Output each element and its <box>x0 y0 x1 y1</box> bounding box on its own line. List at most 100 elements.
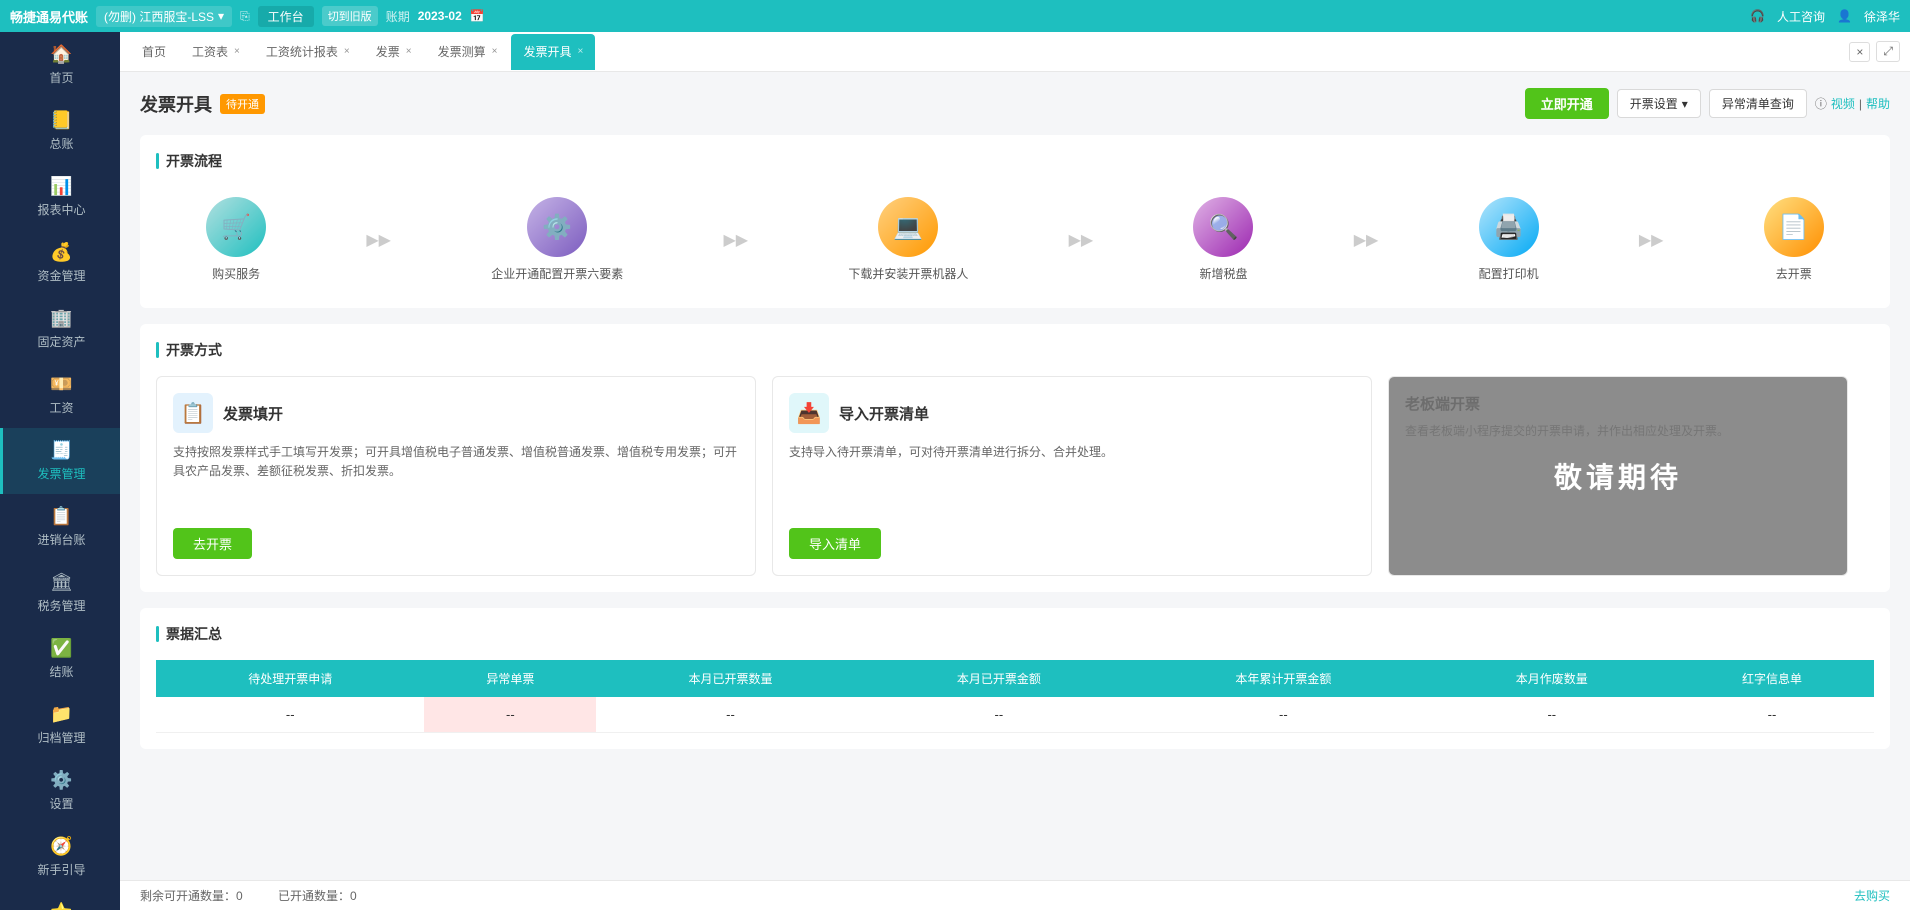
tab-home[interactable]: 首页 <box>130 34 178 70</box>
help-circle-icon: ⓘ <box>1815 95 1827 112</box>
summary-table-header-row: 待处理开票申请 异常单票 本月已开票数量 本月已开票金额 本年累计开票金额 本月… <box>156 660 1874 697</box>
method-manual-icon: 📋 <box>173 393 213 433</box>
method-manual-desc: 支持按照发票样式手工填写开发票；可开具增值税电子普通发票、增值税普通发票、增值税… <box>173 443 739 481</box>
tab-invoice-calc-close[interactable]: × <box>492 46 498 57</box>
val-red-info: -- <box>1670 697 1874 733</box>
ledger-icon: 📒 <box>50 110 72 131</box>
tab-invoice-mgmt-close[interactable]: × <box>406 46 412 57</box>
tab-salary-stats-label: 工资统计报表 <box>266 43 338 60</box>
tab-salary-table[interactable]: 工资表 × <box>180 34 252 70</box>
settings-dropdown-icon: ▾ <box>1682 97 1688 111</box>
col-monthly-count: 本月已开票数量 <box>596 660 864 697</box>
summary-table: 待处理开票申请 异常单票 本月已开票数量 本月已开票金额 本年累计开票金额 本月… <box>156 660 1874 733</box>
company-selector[interactable]: (勿删) 江西服宝-LSS ▾ <box>96 6 232 27</box>
sidebar-label-salary: 工资 <box>49 399 73 416</box>
step-add-taxbox-label: 新增税盘 <box>1199 265 1247 282</box>
help-label2[interactable]: 帮助 <box>1866 95 1890 112</box>
tab-invoice-mgmt-label: 发票 <box>376 43 400 60</box>
help-video-label[interactable]: 视频 <box>1831 95 1855 112</box>
purchase-icon: 📋 <box>50 506 72 527</box>
step-download-robot-icon: 💻 <box>878 197 938 257</box>
settings-button[interactable]: 开票设置 ▾ <box>1617 89 1701 118</box>
period-edit-icon[interactable]: 📅 <box>470 9 485 23</box>
step-buy-service[interactable]: 🛒 购买服务 <box>206 197 266 282</box>
tab-salary-table-close[interactable]: × <box>234 46 240 57</box>
step-setup-enterprise[interactable]: ⚙️ 企业开通配置开票六要素 <box>491 197 623 282</box>
tab-salary-stats-close[interactable]: × <box>344 46 350 57</box>
sidebar-label-invoice: 发票管理 <box>37 465 85 482</box>
step-download-robot[interactable]: 💻 下载并安装开票机器人 <box>848 197 968 282</box>
sidebar-item-settings[interactable]: ⚙️ 设置 <box>0 758 120 824</box>
sidebar-item-salary[interactable]: 💴 工资 <box>0 362 120 428</box>
coming-soon-text: 敬请期待 <box>1554 456 1682 496</box>
user-avatar-icon: 👤 <box>1837 9 1852 23</box>
abnormal-list-button[interactable]: 异常清单查询 <box>1709 89 1807 118</box>
consult-label[interactable]: 人工咨询 <box>1777 8 1825 25</box>
step-arrow-2: ▶▶ <box>724 230 749 250</box>
header-actions: 立即开通 开票设置 ▾ 异常清单查询 ⓘ 视频 | 帮助 <box>1525 88 1890 119</box>
tab-invoice-calc-label: 发票测算 <box>438 43 486 60</box>
sidebar-item-invoice[interactable]: 🧾 发票管理 <box>0 428 120 494</box>
step-add-taxbox-icon: 🔍 <box>1193 197 1253 257</box>
step-add-taxbox[interactable]: 🔍 新增税盘 <box>1193 197 1253 282</box>
sidebar-item-assets[interactable]: 🏢 固定资产 <box>0 296 120 362</box>
sidebar-item-tax[interactable]: 🏛 税务管理 <box>0 560 120 626</box>
sidebar-label-tax: 税务管理 <box>37 597 85 614</box>
user-name[interactable]: 徐泽华 <box>1864 8 1900 25</box>
val-void-count: -- <box>1434 697 1670 733</box>
home-icon: 🏠 <box>50 44 72 65</box>
col-red-info: 红字信息单 <box>1670 660 1874 697</box>
opened-label: 已开通数量：0 <box>278 889 357 903</box>
method-manual-title: 发票填开 <box>223 403 283 424</box>
method-cards: 📋 发票填开 支持按照发票样式手工填写开发票；可开具增值税电子普通发票、增值税普… <box>156 376 1874 576</box>
close-all-tabs-button[interactable]: × <box>1849 42 1870 62</box>
member-icon: ⭐ <box>50 902 72 910</box>
step-config-printer-label: 配置打印机 <box>1479 265 1539 282</box>
settings-label: 开票设置 <box>1630 95 1678 112</box>
tab-invoice-calc[interactable]: 发票测算 × <box>426 34 510 70</box>
workstation-button[interactable]: 工作台 <box>258 6 314 27</box>
old-terminal-card: 老板端开票 查看老板端小程序提交的开票申请，并作出相应处理及开票。 敬请期待 <box>1388 376 1848 576</box>
step-arrow-5: ▶▶ <box>1639 230 1664 250</box>
sidebar-label-settlement: 结账 <box>49 663 73 680</box>
copy-icon[interactable]: ⎘ <box>240 9 250 24</box>
sidebar-item-archive[interactable]: 📁 归档管理 <box>0 692 120 758</box>
step-download-robot-label: 下载并安装开票机器人 <box>848 265 968 282</box>
remaining-label: 剩余可开通数量：0 <box>140 889 243 903</box>
step-arrow-3: ▶▶ <box>1069 230 1094 250</box>
go-invoice-button[interactable]: 去开票 <box>173 528 252 559</box>
tab-invoice-tool[interactable]: 发票开具 × <box>511 34 595 70</box>
page-title: 发票开具 <box>140 91 212 117</box>
sidebar-item-reports[interactable]: 📊 报表中心 <box>0 164 120 230</box>
sidebar-item-guide[interactable]: 🧭 新手引导 <box>0 824 120 890</box>
settings-icon: ⚙️ <box>50 770 72 791</box>
step-open-invoice[interactable]: 📄 去开票 <box>1764 197 1824 282</box>
method-card-manual: 📋 发票填开 支持按照发票样式手工填写开发票；可开具增值税电子普通发票、增值税普… <box>156 376 756 576</box>
sidebar-item-home[interactable]: 🏠 首页 <box>0 32 120 98</box>
step-config-printer[interactable]: 🖨️ 配置打印机 <box>1479 197 1539 282</box>
guide-icon: 🧭 <box>50 836 72 857</box>
tab-invoice-mgmt[interactable]: 发票 × <box>364 34 424 70</box>
bottom-bar: 剩余可开通数量：0 已开通数量：0 去购买 <box>120 880 1910 910</box>
sidebar-item-ledger[interactable]: 📒 总账 <box>0 98 120 164</box>
old-terminal-overlay: 敬请期待 <box>1389 377 1847 575</box>
tab-salary-stats[interactable]: 工资统计报表 × <box>254 34 362 70</box>
switch-version-button[interactable]: 切到旧版 <box>322 6 378 26</box>
sidebar-label-reports: 报表中心 <box>37 201 85 218</box>
open-now-button[interactable]: 立即开通 <box>1525 88 1609 119</box>
sidebar-label-home: 首页 <box>49 69 73 86</box>
sidebar-item-capital[interactable]: 💰 资金管理 <box>0 230 120 296</box>
col-abnormal: 异常单票 <box>424 660 596 697</box>
company-name: (勿删) 江西服宝-LSS <box>104 8 214 25</box>
sidebar-item-settlement[interactable]: ✅ 结账 <box>0 626 120 692</box>
buy-link[interactable]: 去购买 <box>1854 887 1890 904</box>
step-setup-enterprise-label: 企业开通配置开票六要素 <box>491 265 623 282</box>
import-list-button[interactable]: 导入清单 <box>789 528 881 559</box>
tab-salary-table-label: 工资表 <box>192 43 228 60</box>
val-abnormal: -- <box>424 697 596 733</box>
sidebar-item-purchase[interactable]: 📋 进销台账 <box>0 494 120 560</box>
sidebar-item-member[interactable]: ⭐ 畅会员 <box>0 890 120 910</box>
period-label: 账期 <box>386 8 410 25</box>
tab-invoice-tool-close[interactable]: × <box>577 46 583 57</box>
restore-tab-button[interactable]: ⤢ <box>1876 41 1900 62</box>
